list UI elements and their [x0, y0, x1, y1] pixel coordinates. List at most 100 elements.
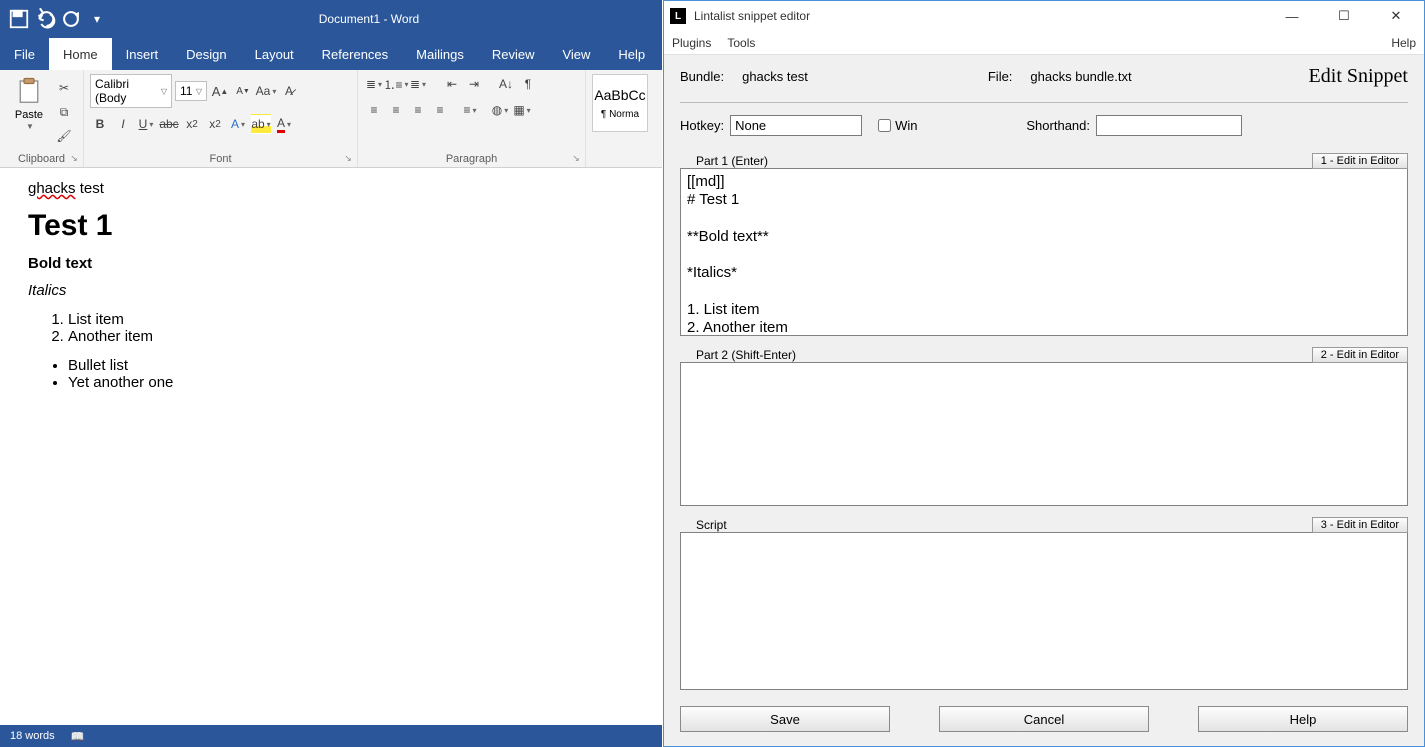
strikethrough-button[interactable]: abc	[159, 114, 179, 134]
shorthand-label: Shorthand:	[1026, 118, 1090, 133]
numbering-icon[interactable]: ⒈≡▾	[386, 74, 406, 94]
clipboard-dialog-launcher[interactable]: ↘	[68, 152, 80, 164]
change-case-icon[interactable]: Aa▾	[256, 81, 276, 101]
qat-more-icon[interactable]: ▾	[86, 8, 108, 30]
close-button[interactable]: ✕	[1374, 2, 1418, 30]
superscript-button[interactable]: x2	[205, 114, 225, 134]
file-label: File:	[988, 69, 1013, 84]
save-icon[interactable]	[8, 8, 30, 30]
show-marks-icon[interactable]: ¶	[518, 74, 538, 94]
font-name-combo[interactable]: Calibri (Body▽	[90, 74, 172, 108]
underline-button[interactable]: U▾	[136, 114, 156, 134]
font-size-combo[interactable]: 11▽	[175, 81, 207, 101]
script-label: Script	[696, 518, 727, 532]
subscript-button[interactable]: x2	[182, 114, 202, 134]
list-item: List item	[68, 311, 634, 328]
document-body[interactable]: ghacks test Test 1 Bold text Italics Lis…	[0, 168, 662, 725]
decrease-indent-icon[interactable]: ⇤	[442, 74, 462, 94]
align-right-icon[interactable]: ≡	[408, 100, 428, 120]
shading-icon[interactable]: ◍▾	[490, 100, 510, 120]
doc-bold-text: Bold text	[28, 255, 634, 272]
menu-bar: Plugins Tools Help	[664, 31, 1424, 55]
align-left-icon[interactable]: ≡	[364, 100, 384, 120]
tab-home[interactable]: Home	[49, 38, 112, 70]
bullets-icon[interactable]: ≣▾	[364, 74, 384, 94]
highlight-icon[interactable]: ab▾	[251, 114, 271, 134]
cancel-button[interactable]: Cancel	[939, 706, 1149, 732]
status-bar: 18 words 📖	[0, 725, 662, 747]
menu-plugins[interactable]: Plugins	[672, 36, 711, 50]
hotkey-input[interactable]	[730, 115, 862, 136]
bold-button[interactable]: B	[90, 114, 110, 134]
multilevel-list-icon[interactable]: ≣▾	[408, 74, 428, 94]
bundle-value: ghacks test	[742, 69, 808, 84]
file-value: ghacks bundle.txt	[1030, 69, 1131, 84]
ribbon-tabs: File Home Insert Design Layout Reference…	[0, 38, 662, 70]
text-effects-icon[interactable]: A▾	[228, 114, 248, 134]
minimize-button[interactable]: —	[1270, 2, 1314, 30]
tab-view[interactable]: View	[548, 38, 604, 70]
tab-file[interactable]: File	[0, 38, 49, 70]
document-title: Document1 - Word	[116, 12, 622, 26]
doc-text: ghacks	[28, 180, 76, 197]
sort-icon[interactable]: A↓	[496, 74, 516, 94]
part2-textarea[interactable]	[680, 362, 1408, 506]
tab-references[interactable]: References	[308, 38, 402, 70]
undo-icon[interactable]	[34, 8, 56, 30]
edit-snippet-title: Edit Snippet	[1309, 65, 1408, 88]
justify-icon[interactable]: ≡	[430, 100, 450, 120]
doc-heading: Test 1	[28, 209, 634, 243]
paste-label: Paste	[15, 109, 43, 121]
spellcheck-icon[interactable]: 📖	[71, 730, 85, 743]
edit-in-editor-1-button[interactable]: 1 - Edit in Editor	[1312, 153, 1408, 169]
paragraph-dialog-launcher[interactable]: ↘	[570, 152, 582, 164]
borders-icon[interactable]: ▦▾	[512, 100, 532, 120]
list-item: Bullet list	[68, 357, 634, 374]
align-center-icon[interactable]: ≡	[386, 100, 406, 120]
list-item: Another item	[68, 328, 634, 345]
ribbon: Paste ▼ ✂ ⧉ 🖌 Clipboard ↘ Calibri (Body▽…	[0, 70, 662, 168]
help-button[interactable]: Help	[1198, 706, 1408, 732]
font-color-icon[interactable]: A▾	[274, 114, 294, 134]
clear-formatting-icon[interactable]: A̷	[279, 81, 299, 101]
part2-label: Part 2 (Shift-Enter)	[696, 348, 796, 362]
doc-italic-text: Italics	[28, 282, 634, 299]
increase-indent-icon[interactable]: ⇥	[464, 74, 484, 94]
lintalist-titlebar: L Lintalist snippet editor — ☐ ✕	[664, 1, 1424, 31]
script-textarea[interactable]	[680, 532, 1408, 690]
doc-text: test	[76, 180, 104, 197]
tab-review[interactable]: Review	[478, 38, 549, 70]
word-window: ▾ Document1 - Word File Home Insert Desi…	[0, 0, 662, 747]
shrink-font-icon[interactable]: A▼	[233, 81, 253, 101]
tab-insert[interactable]: Insert	[112, 38, 173, 70]
grow-font-icon[interactable]: A▲	[210, 81, 230, 101]
tab-help[interactable]: Help	[604, 38, 659, 70]
tab-layout[interactable]: Layout	[241, 38, 308, 70]
word-count[interactable]: 18 words	[10, 730, 55, 742]
menu-tools[interactable]: Tools	[727, 36, 755, 50]
lintalist-window: L Lintalist snippet editor — ☐ ✕ Plugins…	[663, 0, 1425, 747]
tab-design[interactable]: Design	[172, 38, 240, 70]
menu-help[interactable]: Help	[1391, 36, 1416, 50]
cut-icon[interactable]: ✂	[54, 78, 74, 98]
win-checkbox[interactable]: Win	[878, 118, 917, 133]
copy-icon[interactable]: ⧉	[54, 102, 74, 122]
paste-button[interactable]: Paste ▼	[6, 74, 52, 146]
tab-mailings[interactable]: Mailings	[402, 38, 478, 70]
window-title: Lintalist snippet editor	[694, 9, 1262, 23]
shorthand-input[interactable]	[1096, 115, 1242, 136]
app-icon: L	[670, 8, 686, 24]
part1-textarea[interactable]	[680, 168, 1408, 336]
redo-icon[interactable]	[60, 8, 82, 30]
line-spacing-icon[interactable]: ≡▾	[460, 100, 480, 120]
italic-button[interactable]: I	[113, 114, 133, 134]
edit-in-editor-3-button[interactable]: 3 - Edit in Editor	[1312, 517, 1408, 533]
maximize-button[interactable]: ☐	[1322, 2, 1366, 30]
font-dialog-launcher[interactable]: ↘	[342, 152, 354, 164]
save-button[interactable]: Save	[680, 706, 890, 732]
edit-in-editor-2-button[interactable]: 2 - Edit in Editor	[1312, 347, 1408, 363]
format-painter-icon[interactable]: 🖌	[54, 126, 74, 146]
bundle-label: Bundle:	[680, 69, 724, 84]
part1-label: Part 1 (Enter)	[696, 154, 768, 168]
style-normal[interactable]: AaBbCc ¶ Norma	[592, 74, 648, 132]
